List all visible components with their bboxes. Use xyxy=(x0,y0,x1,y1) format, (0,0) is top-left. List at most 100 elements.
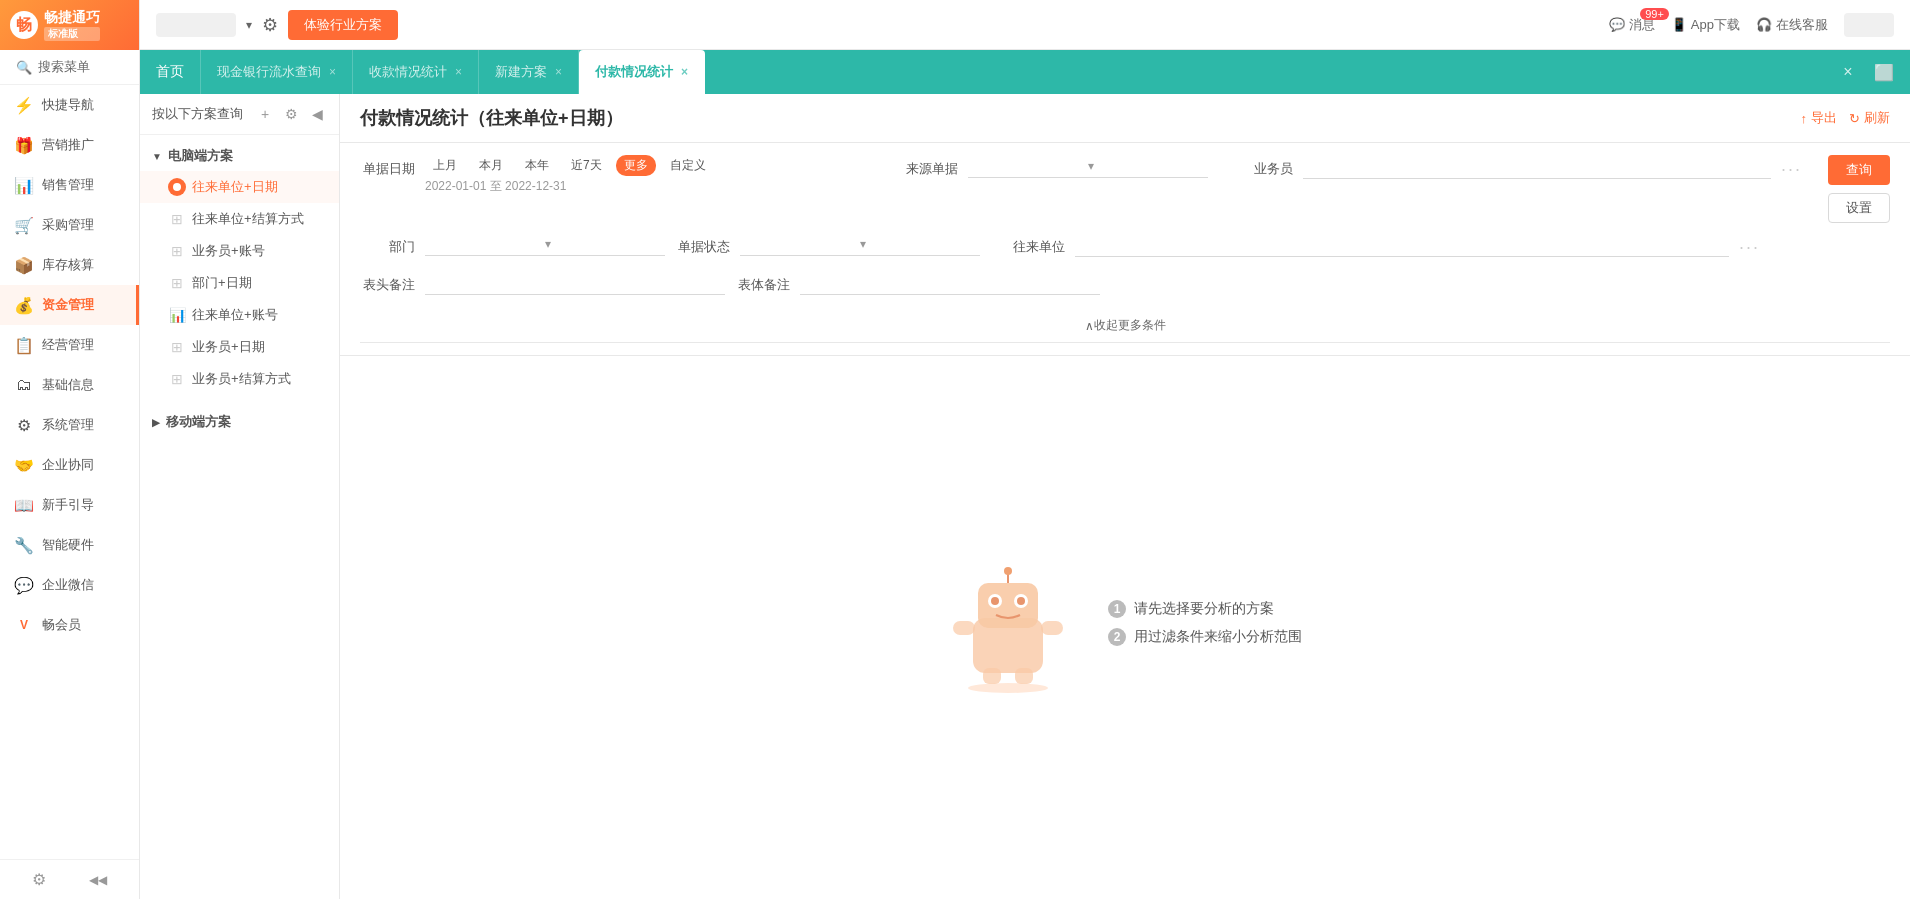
voucher-filter-select[interactable]: ▾ xyxy=(740,233,980,256)
sidebar-item-basic[interactable]: 🗂 基础信息 xyxy=(0,365,139,405)
empty-tips-list: 1 请先选择要分析的方案 2 用过滤条件来缩小分析范围 xyxy=(1108,600,1302,656)
collapse-label: 收起更多条件 xyxy=(1094,317,1166,334)
sidebar-item-system[interactable]: ⚙ 系统管理 xyxy=(0,405,139,445)
svg-point-0 xyxy=(173,183,181,191)
plan-item-unit-settle[interactable]: ⊞ 往来单位+结算方式 xyxy=(140,203,339,235)
trial-button[interactable]: 体验行业方案 xyxy=(288,10,398,40)
pc-plan-section: ▼ 电脑端方案 往来单位+日期 ⊞ 往来单位+结算方式 ⊞ 业务员+账号 xyxy=(140,135,339,401)
sidebar-item-label: 库存核算 xyxy=(42,256,94,274)
sidebar-item-enterprise[interactable]: 🤝 企业协同 xyxy=(0,445,139,485)
sidebar-item-operation[interactable]: 📋 经营管理 xyxy=(0,325,139,365)
app-label: App下载 xyxy=(1691,16,1740,34)
refresh-action[interactable]: ↻ 刷新 xyxy=(1849,109,1890,127)
plan-add-icon[interactable]: + xyxy=(255,104,275,124)
mobile-plan-section-title[interactable]: ▶ 移动端方案 xyxy=(140,407,339,437)
tab-bank-label: 现金银行流水查询 xyxy=(217,63,321,81)
message-badge: 99+ xyxy=(1640,8,1669,20)
settings-button[interactable]: 设置 xyxy=(1828,193,1890,223)
tab-close-all-icon[interactable]: × xyxy=(1834,58,1862,86)
message-button[interactable]: 💬 消息 99+ xyxy=(1609,16,1655,34)
sidebar-item-purchase[interactable]: 🛒 采购管理 xyxy=(0,205,139,245)
tab-receipt[interactable]: 收款情况统计 × xyxy=(353,50,479,94)
date-btn-last-month[interactable]: 上月 xyxy=(425,155,465,176)
sidebar-search[interactable]: 🔍 搜索菜单 xyxy=(0,50,139,85)
plan-item-staff-settle[interactable]: ⊞ 业务员+结算方式 xyxy=(140,363,339,395)
service-button[interactable]: 🎧 在线客服 xyxy=(1756,16,1828,34)
empty-tip-1: 1 请先选择要分析的方案 xyxy=(1108,600,1302,618)
sidebar-item-inventory[interactable]: 📦 库存核算 xyxy=(0,245,139,285)
sidebar-item-finance[interactable]: 💰 资金管理 xyxy=(0,285,139,325)
date-btn-7days[interactable]: 近7天 xyxy=(563,155,610,176)
dept-filter-select[interactable]: ▾ xyxy=(425,233,665,256)
sidebar-item-quick-nav[interactable]: ⚡ 快捷导航 xyxy=(0,85,139,125)
date-btn-custom[interactable]: 自定义 xyxy=(662,155,714,176)
tab-receipt-close[interactable]: × xyxy=(455,65,462,79)
sidebar-item-sales[interactable]: 📊 销售管理 xyxy=(0,165,139,205)
sales-icon: 📊 xyxy=(14,175,34,195)
tab-payment-close[interactable]: × xyxy=(681,65,688,79)
plan-item-staff-date[interactable]: ⊞ 业务员+日期 xyxy=(140,331,339,363)
plan-item-dept-date[interactable]: ⊞ 部门+日期 xyxy=(140,267,339,299)
topbar: ▾ ⚙ 体验行业方案 💬 消息 99+ 📱 App下载 🎧 在线客服 xyxy=(140,0,1910,50)
sidebar: 畅 畅捷通巧 标准版 🔍 搜索菜单 ⚡ 快捷导航 🎁 营销推广 📊 销售管理 🛒… xyxy=(0,0,140,899)
export-label: 导出 xyxy=(1811,109,1837,127)
tab-bank[interactable]: 现金银行流水查询 × xyxy=(201,50,353,94)
query-button[interactable]: 查询 xyxy=(1828,155,1890,185)
source-select-chevron: ▾ xyxy=(1088,159,1200,173)
date-btn-more[interactable]: 更多 xyxy=(616,155,656,176)
tab-bank-close[interactable]: × xyxy=(329,65,336,79)
tab-new-plan[interactable]: 新建方案 × xyxy=(479,50,579,94)
empty-tip-2: 2 用过滤条件来缩小分析范围 xyxy=(1108,628,1302,646)
sidebar-item-marketing[interactable]: 🎁 营销推广 xyxy=(0,125,139,165)
topbar-settings-icon[interactable]: ⚙ xyxy=(262,14,278,36)
left-plan-panel: 按以下方案查询 + ⚙ ◀ ▼ 电脑端方案 往来单位+日期 xyxy=(140,94,340,899)
user-avatar[interactable] xyxy=(1844,13,1894,37)
active-plan-dot xyxy=(168,178,186,196)
staff-filter-dots[interactable]: ··· xyxy=(1781,155,1802,183)
unit-filter-input[interactable] xyxy=(1075,233,1259,256)
tab-bar: 首页 现金银行流水查询 × 收款情况统计 × 新建方案 × 付款情况统计 × ×… xyxy=(140,50,1910,94)
sidebar-item-label: 营销推广 xyxy=(42,136,94,154)
sidebar-settings-icon[interactable]: ⚙ xyxy=(32,870,46,889)
tab-payment[interactable]: 付款情况统计 × xyxy=(579,50,705,94)
empty-illustration xyxy=(948,563,1068,693)
body-note-input[interactable] xyxy=(800,271,1100,295)
quick-nav-icon: ⚡ xyxy=(14,95,34,115)
table-icon: ⊞ xyxy=(168,210,186,228)
sidebar-item-guide[interactable]: 📖 新手引导 xyxy=(0,485,139,525)
plan-item-unit-account[interactable]: 📊 往来单位+账号 xyxy=(140,299,339,331)
date-btn-this-month[interactable]: 本月 xyxy=(471,155,511,176)
sidebar-collapse-icon[interactable]: ◀◀ xyxy=(89,873,107,887)
staff-filter-input[interactable] xyxy=(1303,155,1487,178)
date-btn-this-year[interactable]: 本年 xyxy=(517,155,557,176)
plan-item-staff-account[interactable]: ⊞ 业务员+账号 xyxy=(140,235,339,267)
pc-plan-section-title[interactable]: ▼ 电脑端方案 xyxy=(140,141,339,171)
chart-icon: 📊 xyxy=(168,306,186,324)
head-note-input[interactable] xyxy=(425,271,725,295)
topbar-right: 💬 消息 99+ 📱 App下载 🎧 在线客服 xyxy=(1609,13,1894,37)
sidebar-footer: ⚙ ◀◀ xyxy=(0,859,139,899)
plan-collapse-icon[interactable]: ◀ xyxy=(307,104,327,124)
svg-point-6 xyxy=(991,597,999,605)
sidebar-item-hardware[interactable]: 🔧 智能硬件 xyxy=(0,525,139,565)
source-filter-select[interactable]: ▾ xyxy=(968,155,1208,178)
export-action[interactable]: ↑ 导出 xyxy=(1801,109,1838,127)
plan-settings-icon[interactable]: ⚙ xyxy=(281,104,301,124)
unit-filter-dots[interactable]: ··· xyxy=(1739,233,1760,261)
sidebar-item-wechat[interactable]: 💬 企业微信 xyxy=(0,565,139,605)
sidebar-item-vip[interactable]: V 畅会员 xyxy=(0,605,139,645)
plan-item-unit-date[interactable]: 往来单位+日期 xyxy=(140,171,339,203)
tip-text-1: 请先选择要分析的方案 xyxy=(1134,600,1274,618)
tab-new-plan-close[interactable]: × xyxy=(555,65,562,79)
tab-maximize-icon[interactable]: ⬜ xyxy=(1870,58,1898,86)
app-download-button[interactable]: 📱 App下载 xyxy=(1671,16,1740,34)
message-icon: 💬 xyxy=(1609,17,1625,32)
topbar-dropdown[interactable]: ▾ xyxy=(246,18,252,32)
refresh-label: 刷新 xyxy=(1864,109,1890,127)
tab-home[interactable]: 首页 xyxy=(140,50,201,94)
wechat-icon: 💬 xyxy=(14,575,34,595)
voucher-select-chevron: ▾ xyxy=(860,237,972,251)
sidebar-item-label: 快捷导航 xyxy=(42,96,94,114)
collapse-filter-bar[interactable]: ∧ 收起更多条件 xyxy=(360,309,1890,343)
logo-icon: 畅 xyxy=(10,11,38,39)
